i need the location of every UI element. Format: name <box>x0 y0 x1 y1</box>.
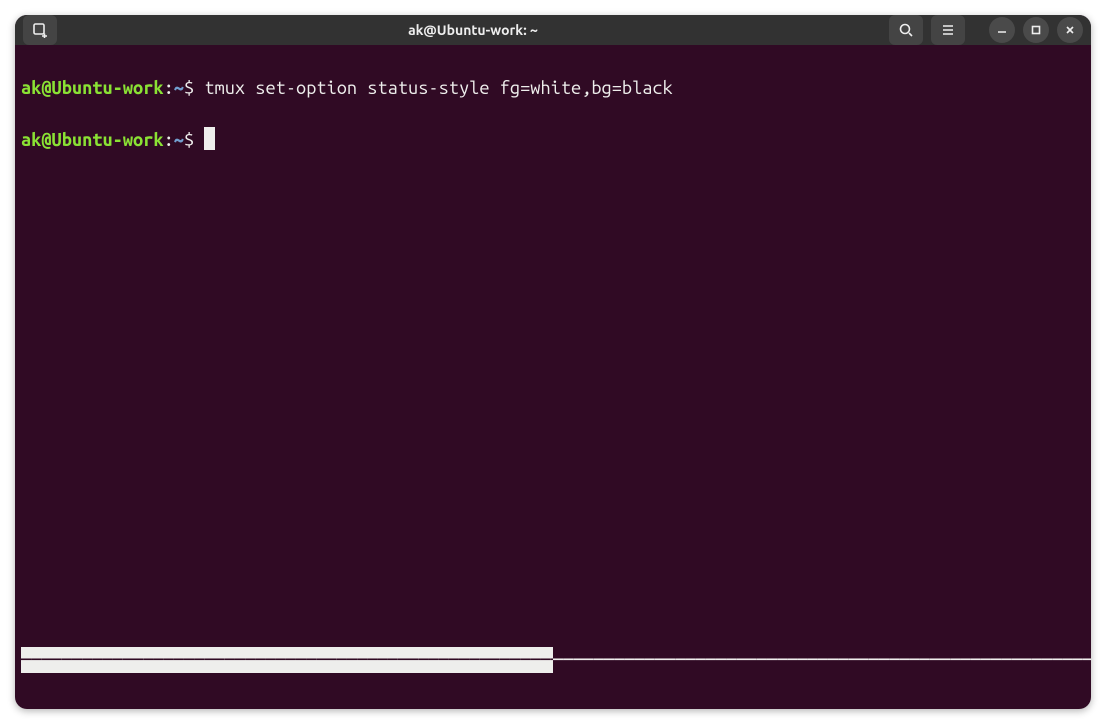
terminal-content[interactable]: ak@Ubuntu-work:~$ tmux set-option status… <box>15 45 1091 709</box>
active-pane-border: ────────────────────────────────────────… <box>21 647 553 673</box>
search-button[interactable] <box>889 15 923 45</box>
minimize-button[interactable] <box>989 17 1015 43</box>
maximize-button[interactable] <box>1023 17 1049 43</box>
cursor-block <box>204 127 215 150</box>
shell-line: ak@Ubuntu-work:~$ <box>21 127 1085 153</box>
close-button[interactable] <box>1057 17 1083 43</box>
inactive-pane-border: ────────────────────────────────────────… <box>553 647 1085 673</box>
tmux-pane-divider: ────────────────────────────────────────… <box>21 647 1085 673</box>
hamburger-menu-button[interactable] <box>931 15 965 45</box>
command-text: tmux set-option status-style fg=white,bg… <box>204 78 673 98</box>
shell-line: ak@Ubuntu-work:~$ tmux set-option status… <box>21 75 1085 101</box>
prompt-user-host: ak@Ubuntu-work <box>21 78 164 98</box>
top-output: top - 13:27:10 up 2:35, 4 users, load av… <box>21 699 1085 709</box>
window-title: ak@Ubuntu-work: ~ <box>65 22 881 38</box>
titlebar: ak@Ubuntu-work: ~ <box>15 15 1091 45</box>
terminal-window: ak@Ubuntu-work: ~ ak@Ubuntu-work:~$ tmux… <box>15 15 1091 709</box>
new-tab-button[interactable] <box>23 15 57 45</box>
prompt-path: ~ <box>174 78 184 98</box>
